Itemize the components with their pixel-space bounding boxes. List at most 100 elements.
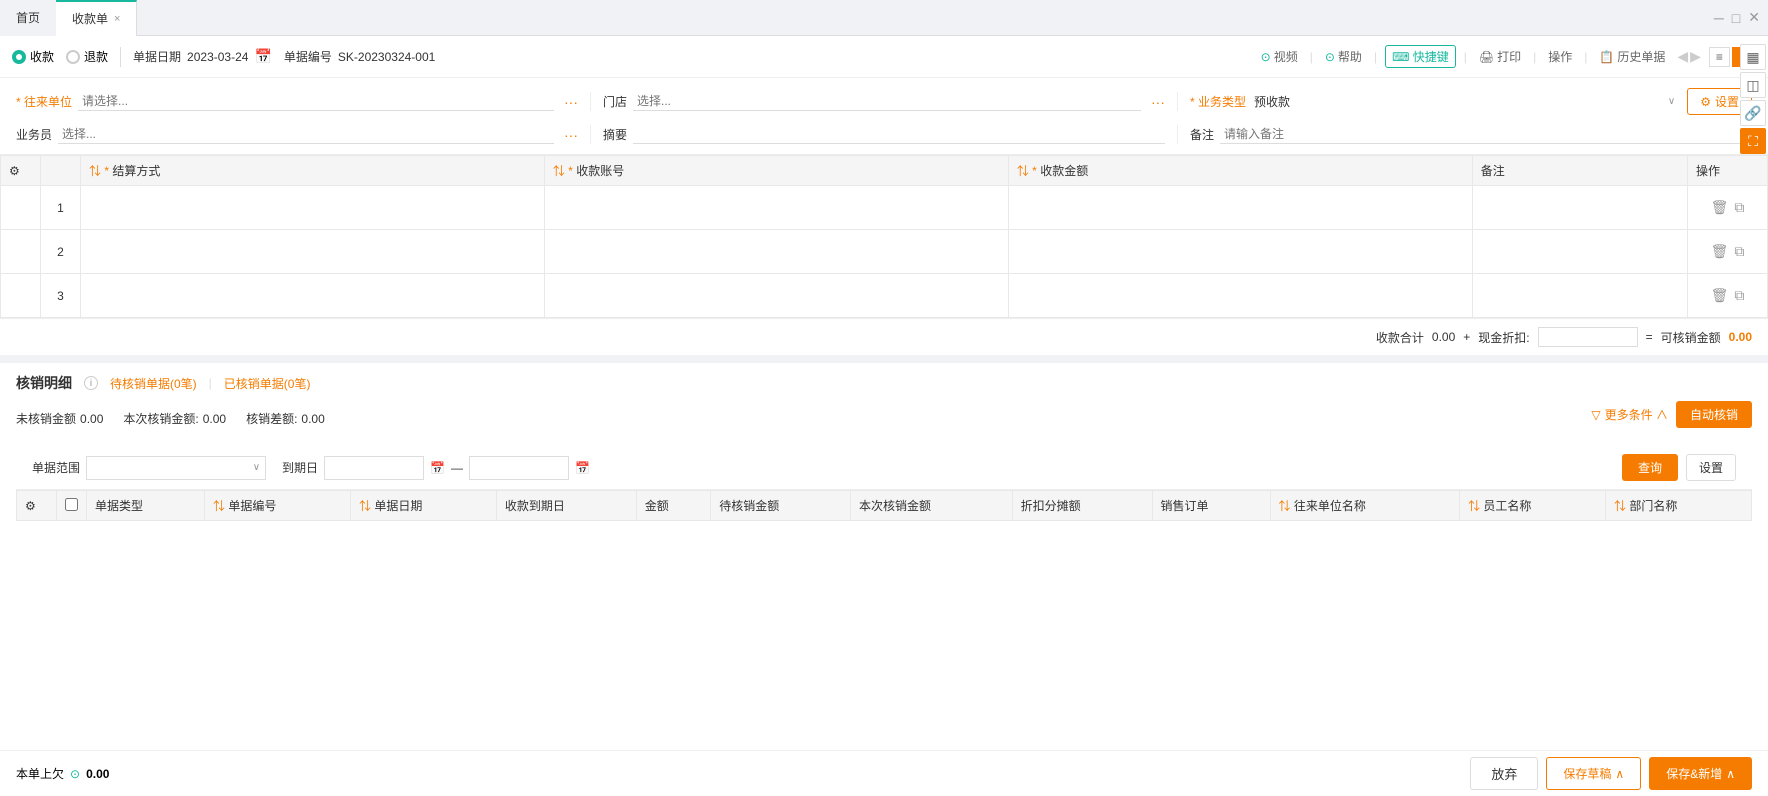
- current-value: 0.00: [203, 412, 226, 426]
- range-select[interactable]: [86, 456, 266, 480]
- delete-row-1-icon[interactable]: 🗑: [1711, 199, 1729, 216]
- bth-number-sort-icon[interactable]: ⇅: [213, 499, 225, 513]
- abandon-button[interactable]: 放弃: [1470, 757, 1538, 790]
- help-btn[interactable]: ⊙ 帮助: [1321, 46, 1366, 67]
- tab-receipt[interactable]: 收款单 ×: [56, 0, 137, 36]
- td-num-3: 3: [41, 274, 81, 318]
- th-settlement-sort-icon[interactable]: ⇅: [89, 164, 101, 178]
- business-type-select-wrapper: 预收款 ∨: [1254, 93, 1679, 110]
- counterpart-input[interactable]: [78, 92, 554, 111]
- copy-row-2-icon[interactable]: ⧉: [1734, 243, 1744, 260]
- store-label: 门店: [603, 93, 627, 110]
- filter-icon: ▽: [1591, 408, 1600, 422]
- done-tab-link[interactable]: 已核销单据(0笔): [224, 375, 311, 392]
- due-to-calendar-icon[interactable]: 📅: [575, 461, 590, 475]
- history-btn[interactable]: 📋 历史单据: [1595, 46, 1669, 67]
- sidebar-expand-icon[interactable]: ⛶: [1740, 128, 1766, 154]
- query-button[interactable]: 查询: [1622, 454, 1678, 481]
- store-more-icon[interactable]: ···: [1151, 94, 1165, 110]
- hexiao-settings-button[interactable]: 设置: [1686, 454, 1736, 481]
- bth-gear-icon[interactable]: ⚙: [25, 499, 36, 513]
- td-remark-2[interactable]: [1472, 230, 1687, 274]
- nav-left-icon[interactable]: ◀: [1677, 48, 1688, 65]
- operation-btn[interactable]: 操作: [1544, 46, 1576, 67]
- print-btn[interactable]: 🖨 打印: [1475, 46, 1525, 67]
- close-icon[interactable]: ✕: [1748, 9, 1760, 26]
- bth-staff-sort-icon[interactable]: ⇅: [1468, 499, 1480, 513]
- staff-input[interactable]: [58, 125, 554, 144]
- number-value: SK-20230324-001: [338, 50, 435, 64]
- discount-input[interactable]: [1538, 327, 1638, 347]
- td-remark-3[interactable]: [1472, 274, 1687, 318]
- print-label: 打印: [1497, 48, 1521, 65]
- save-draft-button[interactable]: 保存草稿 ∧: [1546, 757, 1641, 790]
- delete-row-3-icon[interactable]: 🗑: [1711, 287, 1729, 304]
- sidebar-table-icon[interactable]: ▦: [1740, 44, 1766, 70]
- unchecked-value: 0.00: [80, 412, 103, 426]
- view-list-btn[interactable]: ≡: [1709, 47, 1730, 67]
- th-amount-sort-icon[interactable]: ⇅: [1017, 164, 1029, 178]
- due-from-input[interactable]: 2022-04-01: [324, 456, 424, 480]
- td-settlement-2[interactable]: [81, 230, 545, 274]
- td-settlement-3[interactable]: [81, 274, 545, 318]
- select-all-checkbox[interactable]: [65, 498, 78, 511]
- th-settings[interactable]: ⚙: [1, 156, 41, 186]
- memo-input[interactable]: [633, 125, 1165, 144]
- auto-hexiao-button[interactable]: 自动核销: [1676, 401, 1752, 428]
- td-account-3[interactable]: [544, 274, 1008, 318]
- th-remark: 备注: [1472, 156, 1687, 186]
- copy-row-1-icon[interactable]: ⧉: [1734, 199, 1744, 216]
- minimize-icon[interactable]: ─: [1714, 10, 1724, 26]
- tab-home[interactable]: 首页: [0, 0, 56, 36]
- due-from-calendar-icon[interactable]: 📅: [430, 461, 445, 475]
- video-btn[interactable]: ⊙ 视频: [1257, 46, 1302, 67]
- td-settlement-1[interactable]: [81, 186, 545, 230]
- radio-receipt[interactable]: 收款: [12, 48, 54, 65]
- copy-row-3-icon[interactable]: ⧉: [1734, 287, 1744, 304]
- nav-right-icon[interactable]: ▶: [1690, 48, 1701, 65]
- staff-more-icon[interactable]: ···: [564, 127, 578, 143]
- delete-row-2-icon[interactable]: 🗑: [1711, 243, 1729, 260]
- td-amount-1[interactable]: [1008, 186, 1472, 230]
- bth-counterpart: ⇅ 往来单位名称: [1270, 491, 1460, 521]
- tab-close-icon[interactable]: ×: [114, 13, 120, 25]
- maximize-icon[interactable]: □: [1732, 10, 1740, 26]
- tab-home-label: 首页: [16, 9, 40, 26]
- hexiao-header-area: 核销明细 i 待核销单据(0笔) | 已核销单据(0笔) 未核销金额 0.00 …: [0, 363, 1768, 531]
- th-amount-label: 收款金额: [1040, 164, 1088, 178]
- staff-label: 业务员: [16, 126, 52, 143]
- sidebar-list-icon[interactable]: ◫: [1740, 72, 1766, 98]
- shortcut-btn[interactable]: ⌨ 快捷键: [1385, 45, 1456, 68]
- bottom-info-icon[interactable]: ⊙: [70, 767, 80, 781]
- bth-date-sort-icon[interactable]: ⇅: [359, 499, 371, 513]
- bth-counterpart-sort-icon[interactable]: ⇅: [1279, 499, 1291, 513]
- bth-current-label: 本次核销金额: [859, 499, 931, 513]
- calendar-icon[interactable]: 📅: [254, 48, 271, 65]
- tab-divider: |: [209, 376, 212, 390]
- td-account-1[interactable]: [544, 186, 1008, 230]
- th-account-sort-icon[interactable]: ⇅: [553, 164, 565, 178]
- pending-tab-link[interactable]: 待核销单据(0笔): [110, 375, 197, 392]
- td-remark-1[interactable]: [1472, 186, 1687, 230]
- radio-refund[interactable]: 退款: [66, 48, 108, 65]
- section-separator: [0, 355, 1768, 363]
- filter-dash: —: [451, 461, 463, 475]
- sidebar-link-icon[interactable]: 🔗: [1740, 100, 1766, 126]
- gear-settings-icon[interactable]: ⚙: [9, 164, 20, 178]
- more-conditions-btn[interactable]: ▽ 更多条件 ∧: [1591, 406, 1668, 423]
- td-amount-3[interactable]: [1008, 274, 1472, 318]
- bth-dept-sort-icon[interactable]: ⇅: [1614, 499, 1626, 513]
- history-icon: 📋: [1599, 50, 1614, 64]
- remark-input[interactable]: [1220, 125, 1752, 144]
- td-account-2[interactable]: [544, 230, 1008, 274]
- save-new-label: 保存&新增: [1666, 765, 1722, 782]
- store-input[interactable]: [633, 92, 1141, 111]
- td-amount-2[interactable]: [1008, 230, 1472, 274]
- counterpart-more-icon[interactable]: ···: [564, 94, 578, 110]
- bth-settings[interactable]: ⚙: [17, 491, 57, 521]
- bth-due-date-label: 收款到期日: [505, 499, 565, 513]
- history-label: 历史单据: [1617, 48, 1665, 65]
- hexiao-info-icon[interactable]: i: [84, 376, 98, 390]
- due-to-input[interactable]: 2022-04-12: [469, 456, 569, 480]
- save-new-button[interactable]: 保存&新增 ∧: [1649, 757, 1752, 790]
